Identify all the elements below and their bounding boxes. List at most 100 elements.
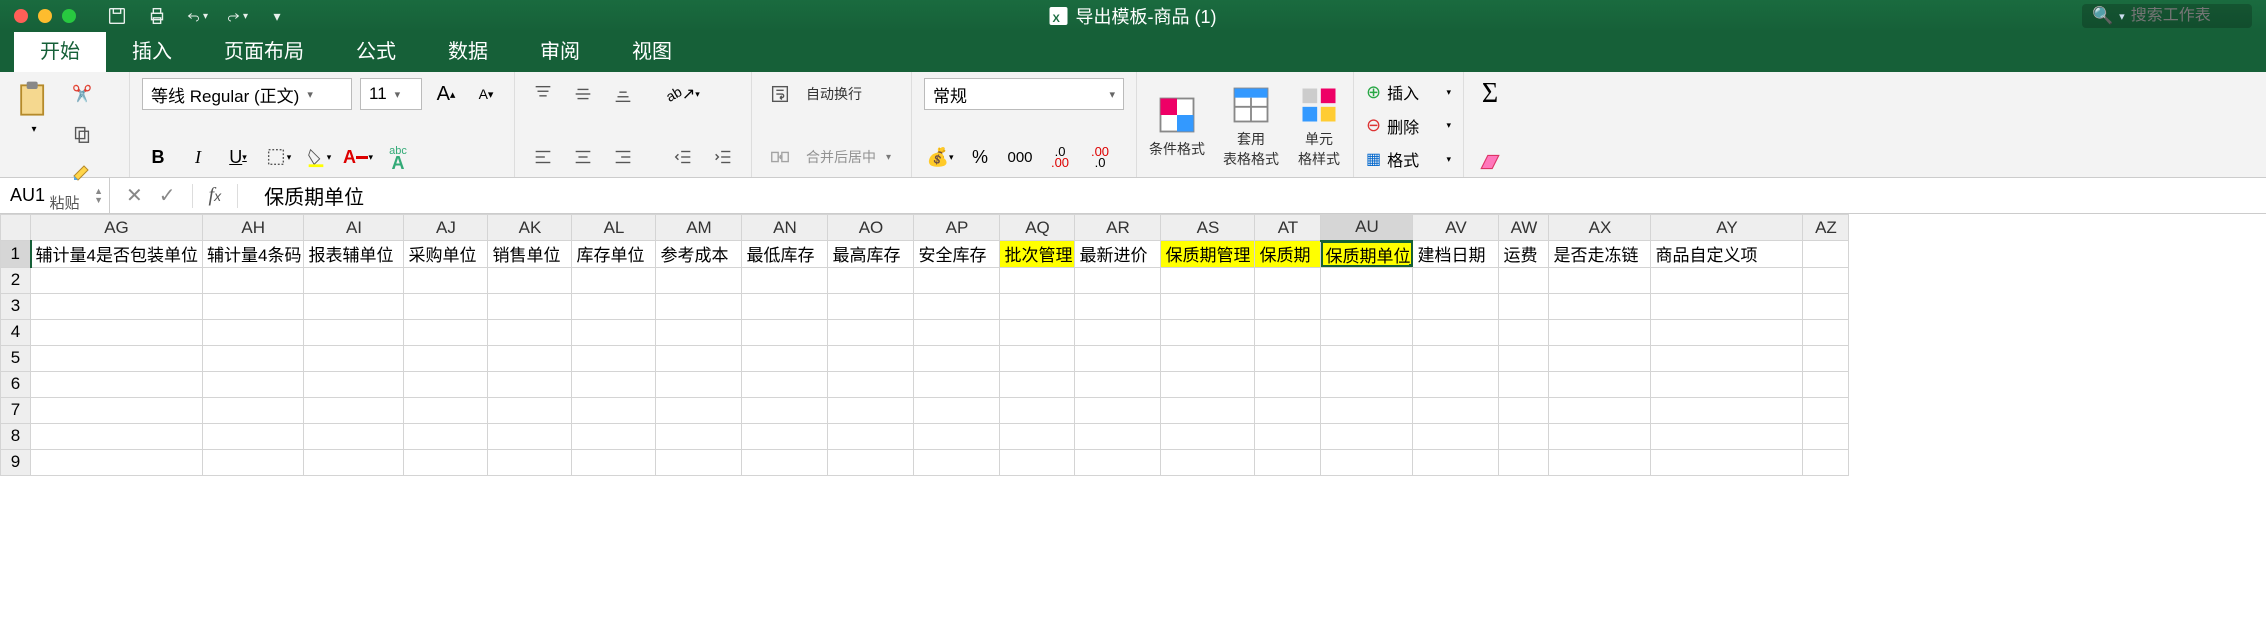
font-name-combo[interactable]: 等线 Regular (正文)▾ (142, 78, 352, 110)
cell[interactable] (1413, 423, 1499, 449)
cell[interactable] (1413, 449, 1499, 475)
cell[interactable] (1161, 423, 1255, 449)
cell[interactable] (1255, 293, 1321, 319)
cell[interactable] (1413, 371, 1499, 397)
format-cells-button[interactable]: ▦格式▾ (1366, 145, 1451, 173)
cell[interactable] (914, 293, 1000, 319)
cell[interactable] (572, 345, 656, 371)
cell[interactable] (1321, 319, 1413, 345)
cell[interactable]: 销售单位 (488, 241, 572, 268)
column-header[interactable]: AH (203, 215, 304, 241)
cell[interactable] (1255, 267, 1321, 293)
cell[interactable] (1549, 345, 1651, 371)
cell[interactable] (404, 449, 488, 475)
column-header[interactable]: AL (572, 215, 656, 241)
cell[interactable] (31, 293, 203, 319)
cell[interactable] (1803, 371, 1849, 397)
comma-button[interactable]: 000 (1004, 141, 1036, 173)
cell[interactable]: 库存单位 (572, 241, 656, 268)
cell[interactable] (1000, 293, 1075, 319)
column-header[interactable]: AS (1161, 215, 1255, 241)
cell[interactable] (1803, 397, 1849, 423)
cell[interactable] (404, 397, 488, 423)
cell[interactable] (1075, 371, 1161, 397)
align-center-button[interactable] (567, 141, 599, 173)
cell[interactable] (742, 267, 828, 293)
cell[interactable] (1075, 293, 1161, 319)
cell[interactable] (1499, 423, 1549, 449)
cell[interactable] (656, 345, 742, 371)
cell[interactable] (828, 293, 914, 319)
row-header[interactable]: 1 (1, 241, 31, 268)
cell[interactable] (1000, 371, 1075, 397)
cell[interactable] (914, 345, 1000, 371)
cell[interactable] (572, 371, 656, 397)
cell[interactable] (488, 397, 572, 423)
cell[interactable] (304, 423, 404, 449)
cell[interactable] (1803, 241, 1849, 268)
cell[interactable] (1321, 423, 1413, 449)
cell[interactable] (1161, 293, 1255, 319)
cell-styles-button[interactable]: 单元 格样式 (1297, 83, 1341, 169)
cell[interactable] (1803, 267, 1849, 293)
fx-icon[interactable]: fx (209, 184, 222, 207)
copy-button[interactable] (66, 118, 98, 150)
cell[interactable] (1549, 371, 1651, 397)
cell[interactable] (1651, 267, 1803, 293)
cell[interactable] (742, 345, 828, 371)
cell[interactable] (914, 449, 1000, 475)
cell[interactable] (31, 449, 203, 475)
cell[interactable] (1413, 319, 1499, 345)
cell[interactable] (828, 397, 914, 423)
column-header[interactable]: AJ (404, 215, 488, 241)
decrease-indent-button[interactable] (667, 141, 699, 173)
cell[interactable] (1549, 449, 1651, 475)
cell[interactable] (1321, 397, 1413, 423)
cell[interactable] (1413, 293, 1499, 319)
cell[interactable] (656, 319, 742, 345)
cell[interactable] (1255, 319, 1321, 345)
column-header[interactable]: AT (1255, 215, 1321, 241)
cell[interactable] (1161, 267, 1255, 293)
cell[interactable] (742, 293, 828, 319)
cell[interactable] (1803, 319, 1849, 345)
cell[interactable] (1000, 267, 1075, 293)
increase-decimal-button[interactable]: .0.00 (1044, 141, 1076, 173)
cell[interactable] (304, 267, 404, 293)
cell[interactable] (1075, 267, 1161, 293)
print-button[interactable] (146, 5, 168, 27)
cell[interactable] (488, 423, 572, 449)
column-header[interactable]: AP (914, 215, 1000, 241)
row-header[interactable]: 6 (1, 371, 31, 397)
number-format-combo[interactable]: 常规▾ (924, 78, 1124, 110)
cell[interactable]: 保质期单位 (1321, 241, 1413, 268)
row-header[interactable]: 7 (1, 397, 31, 423)
cell[interactable]: 最低库存 (742, 241, 828, 268)
cell[interactable] (1413, 397, 1499, 423)
cell[interactable]: 采购单位 (404, 241, 488, 268)
cell[interactable] (1651, 397, 1803, 423)
cell[interactable] (1803, 293, 1849, 319)
cell[interactable] (203, 319, 304, 345)
cell[interactable] (1321, 345, 1413, 371)
cell[interactable] (1499, 345, 1549, 371)
cell[interactable] (488, 319, 572, 345)
cell[interactable] (1161, 345, 1255, 371)
cell[interactable] (31, 345, 203, 371)
cell[interactable] (572, 397, 656, 423)
conditional-format-button[interactable]: 条件格式 (1149, 93, 1205, 159)
column-header[interactable]: AK (488, 215, 572, 241)
cell[interactable] (1000, 423, 1075, 449)
tab-insert[interactable]: 插入 (106, 27, 198, 72)
cell[interactable] (304, 293, 404, 319)
cell[interactable] (304, 319, 404, 345)
cell[interactable] (656, 423, 742, 449)
cell[interactable] (31, 423, 203, 449)
formula-input[interactable] (254, 184, 2266, 207)
column-header[interactable]: AI (304, 215, 404, 241)
cell[interactable] (656, 449, 742, 475)
column-header[interactable]: AN (742, 215, 828, 241)
cell[interactable] (742, 397, 828, 423)
tab-page-layout[interactable]: 页面布局 (198, 27, 330, 72)
column-header[interactable]: AG (31, 215, 203, 241)
